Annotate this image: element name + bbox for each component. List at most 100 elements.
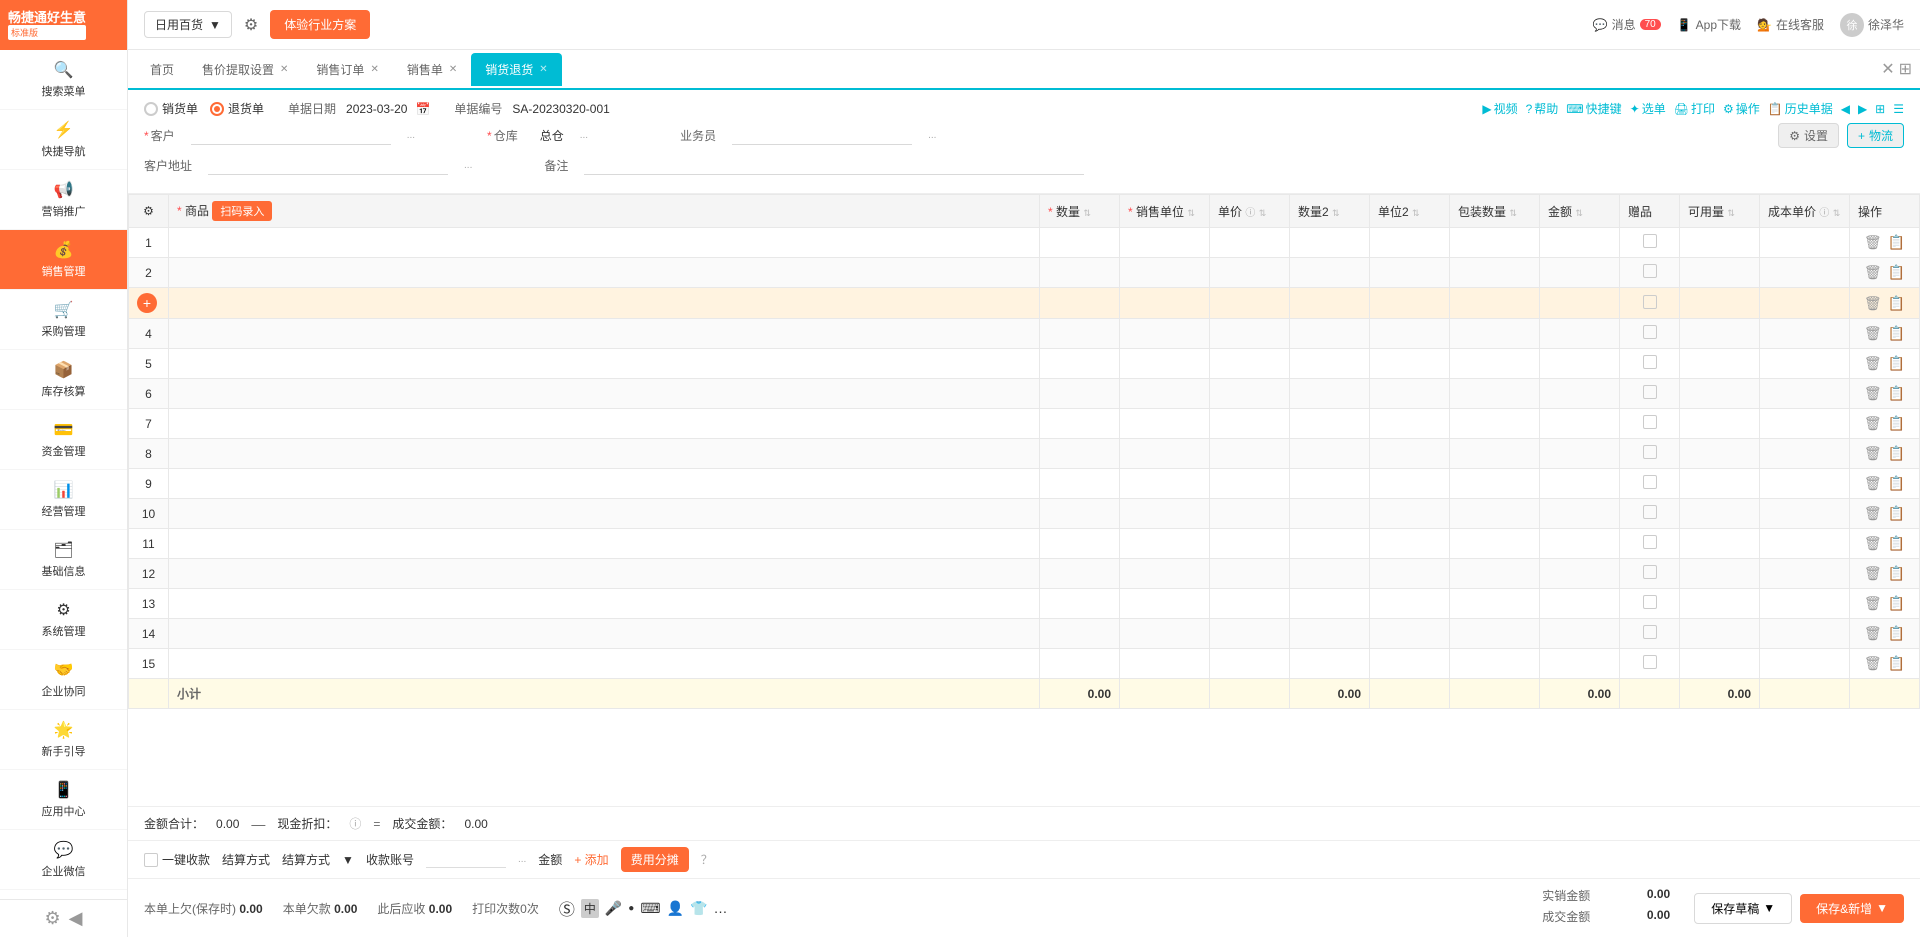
- grid-view-icon[interactable]: ⊞: [1875, 102, 1885, 116]
- one-key-pay-checkbox[interactable]: 一键收款: [144, 851, 210, 868]
- next-record-icon[interactable]: ▶: [1858, 102, 1867, 116]
- tab-sale-return[interactable]: 销货退货 ✕: [471, 53, 561, 86]
- amount-cell-3[interactable]: [1540, 288, 1620, 319]
- customer-input[interactable]: [191, 126, 391, 145]
- unit-price-cell-1[interactable]: [1210, 228, 1290, 258]
- copy-icon[interactable]: 📋: [1888, 475, 1905, 492]
- tab-home[interactable]: 首页: [136, 53, 188, 86]
- delete-icon[interactable]: 🗑: [1864, 355, 1882, 372]
- collapse-icon[interactable]: ◀: [69, 908, 83, 929]
- unit2-cell-2[interactable]: [1370, 258, 1450, 288]
- account-dots[interactable]: ...: [518, 854, 526, 865]
- video-button[interactable]: ▶ 视频: [1482, 100, 1517, 117]
- delete-icon[interactable]: 🗑: [1864, 625, 1882, 642]
- topbar-gear-icon[interactable]: ⚙: [244, 15, 258, 35]
- copy-icon[interactable]: 📋: [1888, 625, 1905, 642]
- staff-input[interactable]: [732, 126, 912, 145]
- copy-icon[interactable]: 📋: [1888, 325, 1905, 342]
- experience-button[interactable]: 体验行业方案: [270, 10, 370, 39]
- close-all-tabs-icon[interactable]: ✕: [1881, 59, 1894, 79]
- copy-row-icon-3[interactable]: 📋: [1888, 295, 1905, 312]
- sidebar-item-apps[interactable]: 📱 应用中心: [0, 770, 127, 830]
- delete-row-icon-2[interactable]: 🗑: [1864, 264, 1882, 281]
- available-cell-3[interactable]: [1680, 288, 1760, 319]
- expand-tabs-icon[interactable]: ⊞: [1899, 59, 1912, 79]
- gift-cell-2[interactable]: [1620, 258, 1680, 288]
- account-input[interactable]: [426, 852, 506, 868]
- qty2-cell-3[interactable]: [1290, 288, 1370, 319]
- cost-unit-cell-2[interactable]: [1760, 258, 1850, 288]
- gift-cell-1[interactable]: [1620, 228, 1680, 258]
- sidebar-item-search[interactable]: 🔍 搜索菜单: [0, 50, 127, 110]
- online-service-button[interactable]: 💁 在线客服: [1757, 16, 1824, 33]
- sidebar-item-system[interactable]: ⚙ 系统管理: [0, 590, 127, 650]
- tab-close-icon[interactable]: ✕: [539, 64, 547, 75]
- product-input-3[interactable]: [177, 296, 1031, 311]
- tab-close-icon[interactable]: ✕: [370, 64, 378, 75]
- product-cell-1[interactable]: [169, 228, 1040, 258]
- sidebar-item-marketing[interactable]: 📢 营销推广: [0, 170, 127, 230]
- operate-button[interactable]: ⚙ 操作: [1723, 100, 1760, 117]
- unit-price-cell-2[interactable]: [1210, 258, 1290, 288]
- calendar-icon[interactable]: 📅: [415, 102, 430, 116]
- radio-return-bill[interactable]: 退货单: [210, 100, 264, 117]
- product-cell-2[interactable]: [169, 258, 1040, 288]
- save-new-button[interactable]: 保存&新增 ▼: [1800, 894, 1904, 923]
- amount-cell-2[interactable]: [1540, 258, 1620, 288]
- sidebar-item-guide[interactable]: 🌟 新手引导: [0, 710, 127, 770]
- user-avatar[interactable]: 徐 徐泽华: [1840, 13, 1904, 37]
- delete-icon[interactable]: 🗑: [1864, 325, 1882, 342]
- shortcut-button[interactable]: ⌨ 快捷键: [1566, 100, 1621, 117]
- copy-icon[interactable]: 📋: [1888, 505, 1905, 522]
- pack-qty-cell-3[interactable]: [1450, 288, 1540, 319]
- sidebar-item-member[interactable]: 👑 畅会员: [0, 890, 127, 899]
- save-draft-button[interactable]: 保存草稿 ▼: [1694, 893, 1792, 924]
- warehouse-dots[interactable]: ...: [580, 130, 588, 141]
- radio-sale-bill[interactable]: 销货单: [144, 100, 198, 117]
- cost-unit-cell-3[interactable]: [1760, 288, 1850, 319]
- copy-row-icon-2[interactable]: 📋: [1888, 264, 1905, 281]
- sidebar-item-inventory[interactable]: 📦 库存核算: [0, 350, 127, 410]
- quantity-cell-2[interactable]: [1040, 258, 1120, 288]
- sale-unit-cell-3[interactable]: [1120, 288, 1210, 319]
- delete-icon[interactable]: 🗑: [1864, 385, 1882, 402]
- pack-qty-cell-1[interactable]: [1450, 228, 1540, 258]
- copy-icon[interactable]: 📋: [1888, 655, 1905, 672]
- fee-split-question-icon[interactable]: ？: [701, 851, 713, 868]
- sale-unit-cell-2[interactable]: [1120, 258, 1210, 288]
- delete-icon[interactable]: 🗑: [1864, 445, 1882, 462]
- add-logistics-button[interactable]: + 物流: [1847, 123, 1904, 148]
- sidebar-item-purchase[interactable]: 🛒 采购管理: [0, 290, 127, 350]
- fee-split-button[interactable]: 费用分摊: [621, 847, 689, 872]
- gift-checkbox-3[interactable]: [1643, 295, 1657, 309]
- sidebar-item-finance[interactable]: 💳 资金管理: [0, 410, 127, 470]
- delete-row-icon-3[interactable]: 🗑: [1864, 295, 1882, 312]
- sidebar-item-basic[interactable]: 🗂 基础信息: [0, 530, 127, 590]
- sidebar-item-wechat[interactable]: 💬 企业微信: [0, 830, 127, 890]
- delete-icon[interactable]: 🗑: [1864, 475, 1882, 492]
- delete-icon[interactable]: 🗑: [1864, 565, 1882, 582]
- sale-unit-cell-1[interactable]: [1120, 228, 1210, 258]
- list-view-icon[interactable]: ☰: [1893, 102, 1904, 116]
- copy-icon[interactable]: 📋: [1888, 355, 1905, 372]
- sidebar-item-shortcut[interactable]: ⚡ 快捷导航: [0, 110, 127, 170]
- settings-bottom-icon[interactable]: ⚙: [45, 908, 61, 929]
- gift-cell-3[interactable]: [1620, 288, 1680, 319]
- history-button[interactable]: 📋 历史单据: [1768, 100, 1833, 117]
- setting-button[interactable]: ⚙ 设置: [1778, 123, 1839, 148]
- copy-row-icon-1[interactable]: 📋: [1888, 234, 1905, 251]
- tab-close-icon[interactable]: ✕: [280, 64, 288, 75]
- available-cell-1[interactable]: [1680, 228, 1760, 258]
- add-button[interactable]: + 添加: [574, 851, 608, 868]
- copy-icon[interactable]: 📋: [1888, 565, 1905, 582]
- copy-icon[interactable]: 📋: [1888, 595, 1905, 612]
- select-bill-button[interactable]: ✦ 选单: [1630, 100, 1666, 117]
- tab-sale-order[interactable]: 销售订单 ✕: [302, 53, 392, 86]
- copy-icon[interactable]: 📋: [1888, 445, 1905, 462]
- qty2-cell-2[interactable]: [1290, 258, 1370, 288]
- delete-icon[interactable]: 🗑: [1864, 415, 1882, 432]
- print-button[interactable]: 🖨 打印: [1674, 100, 1715, 117]
- prev-record-icon[interactable]: ◀: [1841, 102, 1850, 116]
- addr-input[interactable]: [208, 156, 448, 175]
- customer-dots[interactable]: ...: [407, 130, 415, 141]
